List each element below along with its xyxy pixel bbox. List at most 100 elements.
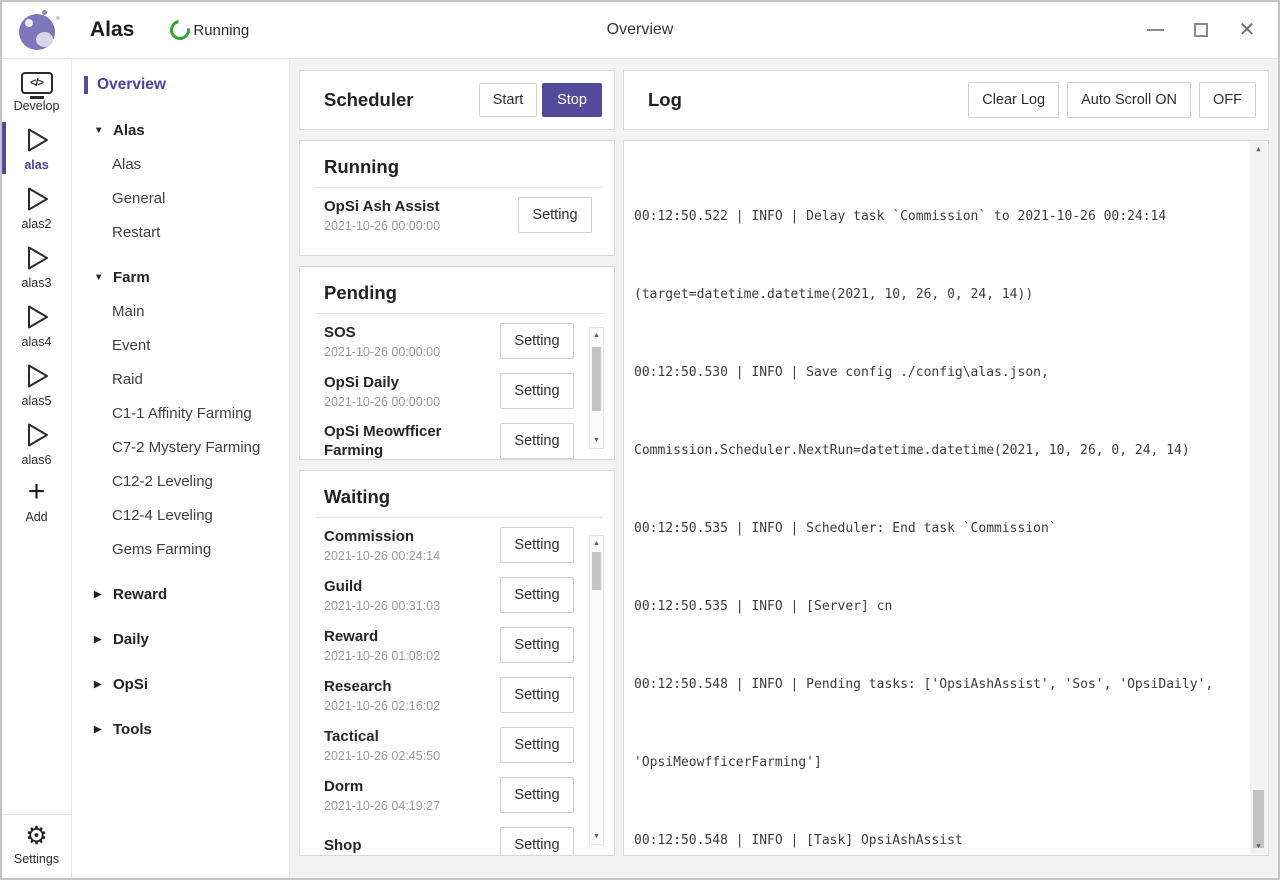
task-setting-button[interactable]: Setting (500, 323, 574, 359)
maximize-button[interactable] (1178, 9, 1224, 51)
nav-item[interactable]: C12-4 Leveling (72, 498, 289, 532)
scheduler-title: Scheduler (324, 89, 479, 111)
rail-item-instance[interactable]: alas3 (2, 238, 71, 294)
task-row: Dorm 2021-10-26 04:19:27 Setting (324, 770, 574, 820)
nav-item[interactable]: C12-2 Leveling (72, 464, 289, 498)
nav-item-label: C1-1 Affinity Farming (112, 405, 252, 422)
clear-log-button[interactable]: Clear Log (968, 82, 1059, 118)
rail-item-instance[interactable]: alas5 (2, 356, 71, 412)
running-title: Running (300, 141, 614, 187)
nav-item[interactable]: ▼ Alas (72, 113, 289, 147)
rail-item-instance[interactable]: alas4 (2, 297, 71, 353)
nav-item[interactable]: Raid (72, 362, 289, 396)
window-controls: ✕ (1132, 2, 1270, 58)
nav-item[interactable]: ▶ Tools (72, 712, 289, 746)
nav-item-label: Alas (112, 156, 141, 173)
waiting-scrollbar[interactable]: ▲ ▼ (589, 535, 604, 845)
rail-item-label: alas5 (22, 394, 52, 408)
nav-item-label: C12-2 Leveling (112, 473, 213, 490)
task-name: Shop (324, 836, 362, 855)
minimize-button[interactable] (1132, 9, 1178, 51)
task-row: SOS 2021-10-26 00:00:00 Setting (324, 316, 574, 366)
task-setting-button[interactable]: Setting (500, 423, 574, 459)
running-spinner-icon (166, 16, 194, 44)
nav-item[interactable]: Main (72, 294, 289, 328)
close-button[interactable]: ✕ (1224, 9, 1270, 51)
task-row: OpSi Ash Assist 2021-10-26 00:00:00 Sett… (324, 190, 592, 240)
log-line: 00:12:50.548 | INFO | [Task] OpsiAshAssi… (634, 831, 1240, 851)
rail-item-instance[interactable]: alas2 (2, 179, 71, 235)
task-next-run-time: 2021-10-26 00:31:03 (324, 599, 440, 613)
rail-item-label: alas6 (22, 453, 52, 467)
task-row: Commission 2021-10-26 00:24:14 Setting (324, 520, 574, 570)
play-icon (22, 184, 52, 214)
task-setting-button[interactable]: Setting (500, 577, 574, 613)
rail-item-settings[interactable]: ⚙ Settings (2, 814, 71, 876)
nav-item[interactable]: Gems Farming (72, 532, 289, 566)
log-line: 00:12:50.548 | INFO | Pending tasks: ['O… (634, 675, 1240, 695)
log-line: 00:12:50.530 | INFO | Save config ./conf… (634, 363, 1240, 383)
stop-button[interactable]: Stop (542, 83, 602, 117)
nav-item[interactable]: Restart (72, 215, 289, 249)
pending-scrollbar[interactable]: ▲ ▼ (589, 327, 604, 449)
rail-item-add[interactable]: + Add (2, 474, 71, 528)
task-setting-button[interactable]: Setting (500, 827, 574, 856)
config-nav: Overview ▼ Alas Alas General (72, 59, 290, 878)
scroll-up-icon[interactable]: ▲ (1250, 143, 1267, 156)
nav-item[interactable]: General (72, 181, 289, 215)
scroll-down-icon[interactable]: ▼ (1250, 840, 1267, 853)
scheduler-status: Running (170, 20, 249, 40)
task-name: OpSi Daily (324, 373, 440, 392)
close-icon: ✕ (1239, 20, 1256, 40)
app-logo-icon (16, 8, 60, 52)
task-setting-button[interactable]: Setting (500, 777, 574, 813)
task-next-run-time: 2021-10-26 00:00:00 (324, 345, 440, 359)
task-name: SOS (324, 323, 440, 342)
scroll-down-icon[interactable]: ▼ (590, 830, 603, 843)
nav-item[interactable]: Event (72, 328, 289, 362)
expand-arrow-icon: ▼ (94, 272, 105, 283)
task-next-run-time: 2021-10-26 00:00:00 (324, 219, 440, 233)
task-name: OpSi Ash Assist (324, 197, 440, 216)
page-title: Overview (607, 21, 674, 39)
rail-item-instance[interactable]: alas (2, 120, 71, 176)
task-setting-button[interactable]: Setting (500, 727, 574, 763)
scroll-up-icon[interactable]: ▲ (590, 537, 603, 550)
plus-icon: + (28, 479, 46, 507)
scroll-up-icon[interactable]: ▲ (590, 329, 603, 342)
rail-item-develop[interactable]: </> Develop (2, 65, 71, 117)
nav-item[interactable]: ▼ Farm (72, 260, 289, 294)
nav-item[interactable]: Alas (72, 147, 289, 181)
task-setting-button[interactable]: Setting (500, 627, 574, 663)
autoscroll-off-button[interactable]: OFF (1199, 82, 1256, 118)
nav-item[interactable]: C7-2 Mystery Farming (72, 430, 289, 464)
rail-item-label: Settings (14, 852, 59, 866)
task-setting-button[interactable]: Setting (500, 677, 574, 713)
task-setting-button[interactable]: Setting (518, 197, 592, 233)
autoscroll-on-button[interactable]: Auto Scroll ON (1067, 82, 1191, 118)
play-icon (22, 243, 52, 273)
app-title: Alas (90, 18, 134, 42)
task-name: OpSi Meowfficer Farming (324, 422, 474, 460)
nav-item[interactable]: ▶ OpSi (72, 667, 289, 701)
scroll-thumb[interactable] (592, 347, 601, 411)
instance-rail: </> Develop alas (2, 59, 72, 878)
task-setting-button[interactable]: Setting (500, 527, 574, 563)
log-scrollbar[interactable]: ▲ ▼ (1250, 142, 1267, 854)
scroll-thumb[interactable] (592, 552, 601, 590)
rail-item-instance[interactable]: alas6 (2, 415, 71, 471)
nav-item[interactable]: ▶ Reward (72, 577, 289, 611)
nav-item[interactable]: Overview (72, 68, 289, 102)
nav-item-label: Main (112, 303, 145, 320)
scroll-down-icon[interactable]: ▼ (590, 434, 603, 447)
task-row: Shop Setting (324, 820, 574, 856)
start-button[interactable]: Start (479, 83, 537, 117)
rail-item-label: alas (24, 158, 48, 172)
play-icon (22, 125, 52, 155)
main-content: Scheduler Start Stop Running OpSi Ash As… (290, 59, 1278, 878)
play-icon (22, 420, 52, 450)
nav-item[interactable]: C1-1 Affinity Farming (72, 396, 289, 430)
nav-item[interactable]: ▶ Daily (72, 622, 289, 656)
task-setting-button[interactable]: Setting (500, 373, 574, 409)
expand-arrow-icon: ▶ (94, 679, 105, 690)
